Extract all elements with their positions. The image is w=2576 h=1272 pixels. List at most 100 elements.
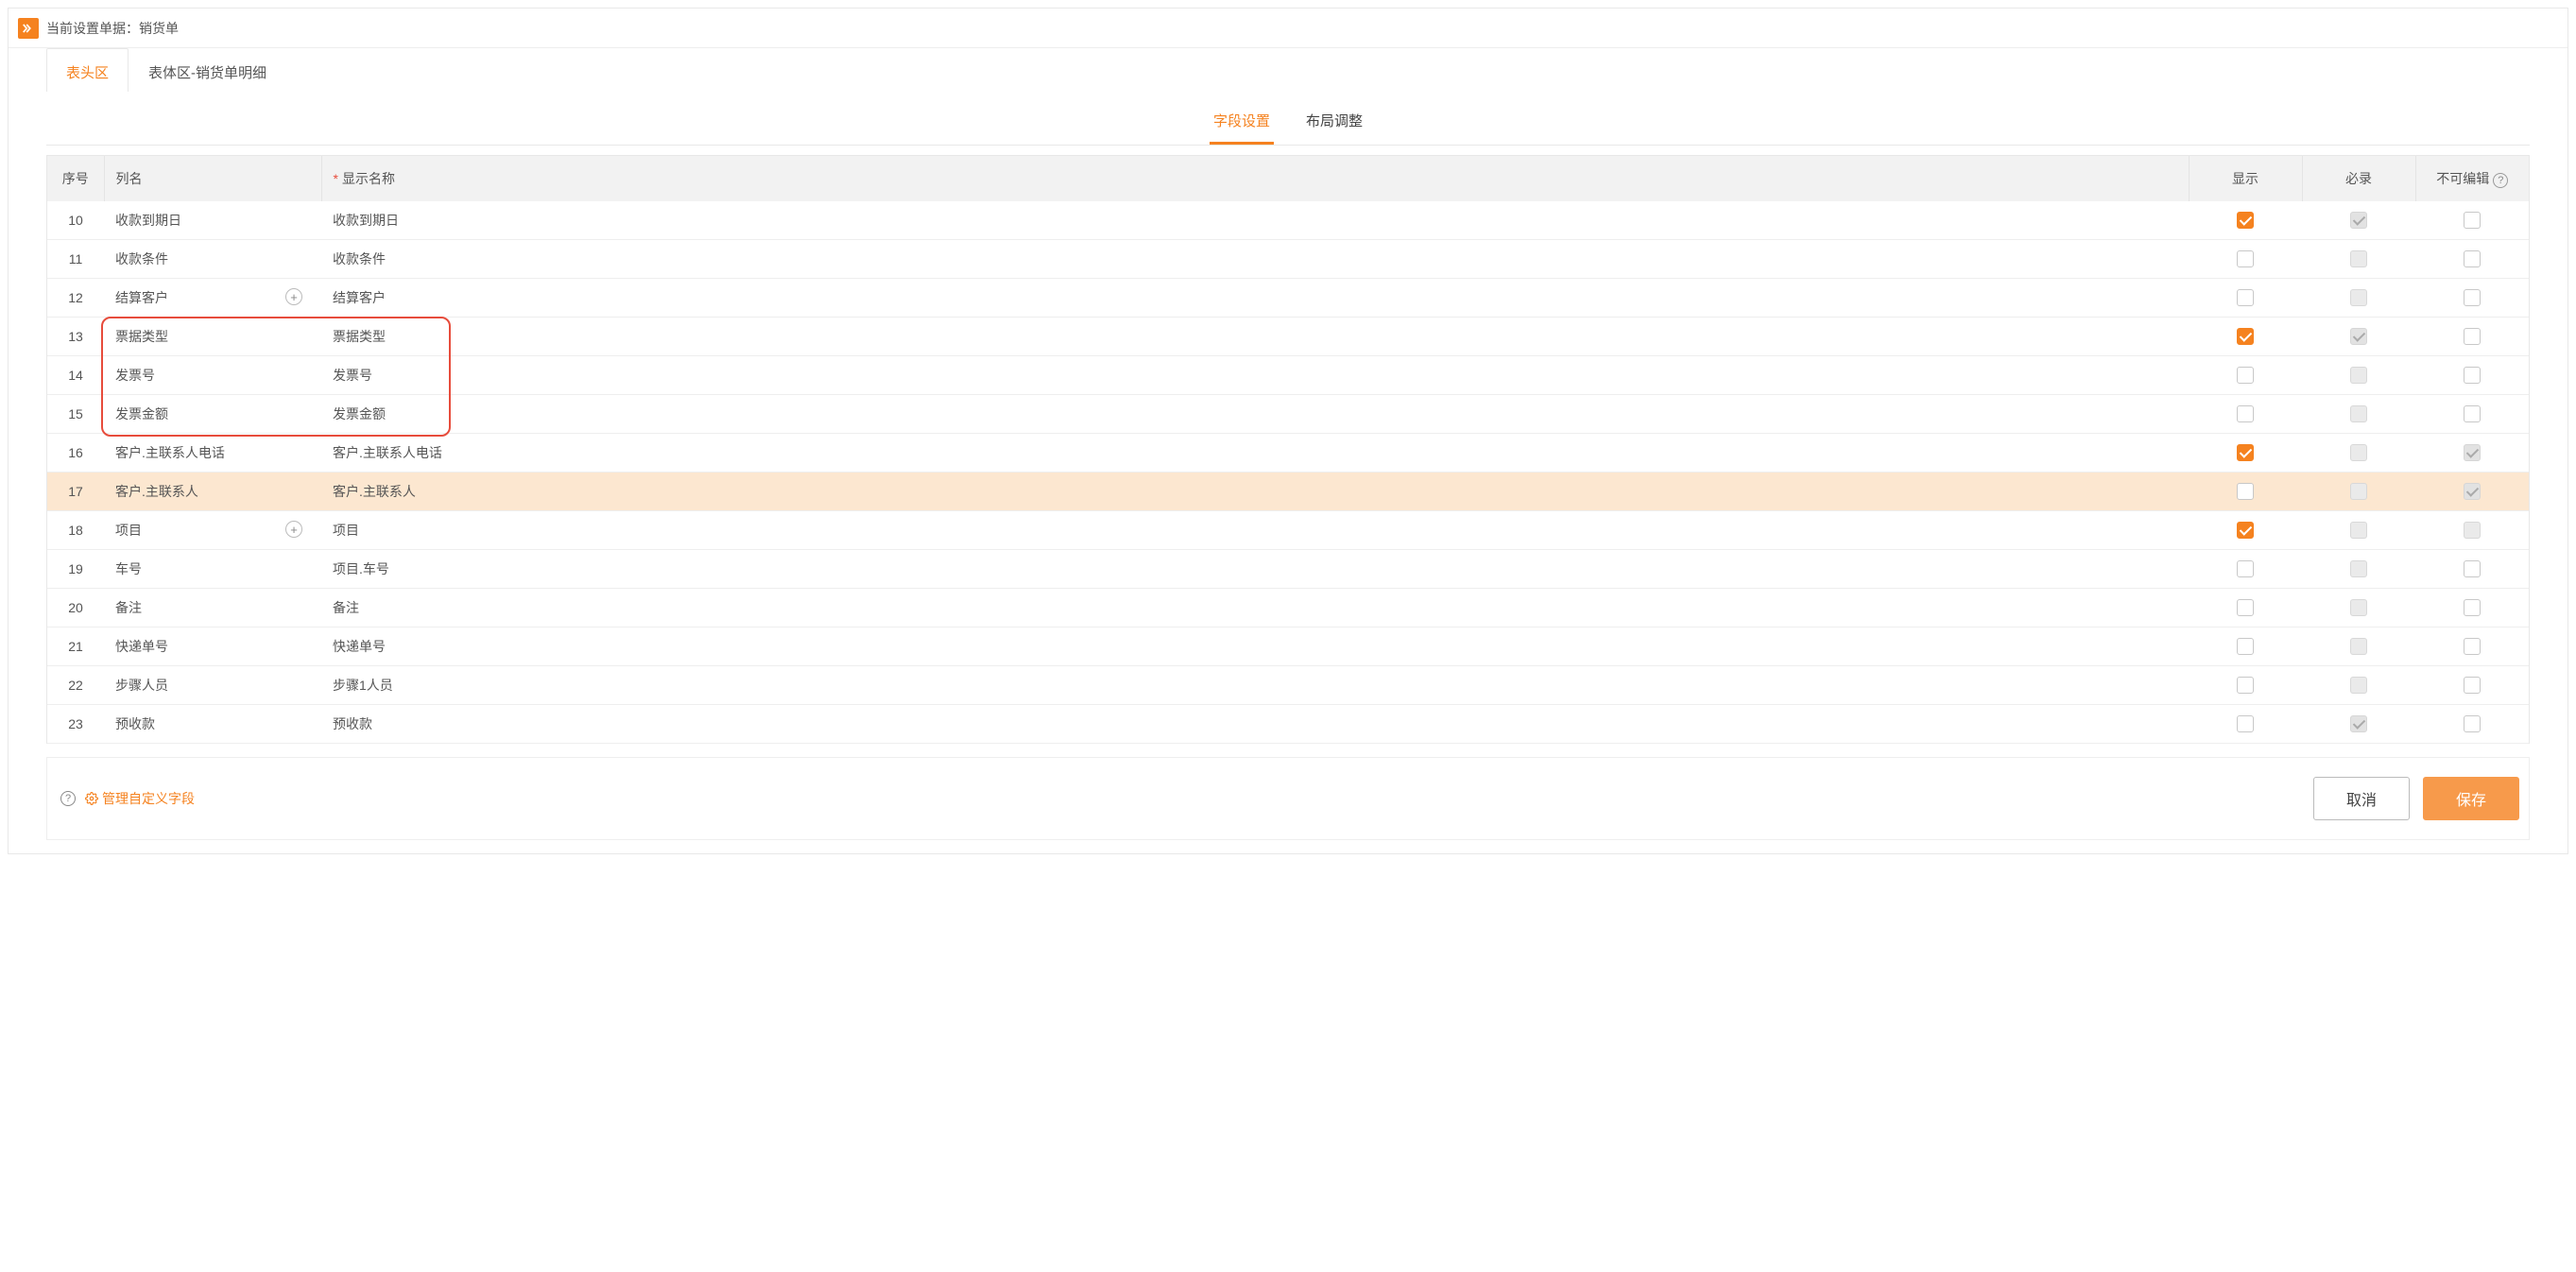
cell-show — [2189, 201, 2302, 240]
manage-link-label: 管理自定义字段 — [102, 789, 195, 808]
show-checkbox[interactable] — [2237, 444, 2254, 461]
readonly-checkbox[interactable] — [2464, 560, 2481, 577]
table-row: 12结算客户+结算客户 — [47, 279, 2529, 318]
show-checkbox[interactable] — [2237, 638, 2254, 655]
subtab-1[interactable]: 布局调整 — [1302, 101, 1366, 145]
cell-required — [2302, 434, 2415, 473]
table-row: 10收款到期日收款到期日 — [47, 201, 2529, 240]
table-header-row: 序号 列名 *显示名称 显示 必录 不可编辑? — [47, 156, 2529, 201]
row-display-name[interactable]: 发票金额 — [321, 395, 2189, 434]
col-header-display-name: *显示名称 — [321, 156, 2189, 201]
row-col-name: 结算客户+ — [104, 279, 321, 318]
row-num: 11 — [47, 240, 104, 279]
readonly-checkbox[interactable] — [2464, 715, 2481, 732]
help-icon[interactable]: ? — [60, 791, 76, 806]
readonly-checkbox[interactable] — [2464, 328, 2481, 345]
col-header-num: 序号 — [47, 156, 104, 201]
table-row: 17客户.主联系人客户.主联系人 — [47, 473, 2529, 511]
subtab-0[interactable]: 字段设置 — [1210, 101, 1274, 145]
col-header-readonly: 不可编辑? — [2415, 156, 2529, 201]
row-col-name: 发票金额 — [104, 395, 321, 434]
footer-left: ? 管理自定义字段 — [57, 789, 195, 808]
cell-show — [2189, 395, 2302, 434]
row-display-name[interactable]: 项目 — [321, 511, 2189, 550]
show-checkbox[interactable] — [2237, 483, 2254, 500]
show-checkbox[interactable] — [2237, 250, 2254, 267]
show-checkbox[interactable] — [2237, 677, 2254, 694]
manage-custom-fields-link[interactable]: 管理自定义字段 — [85, 789, 195, 808]
cell-readonly — [2415, 318, 2529, 356]
readonly-checkbox[interactable] — [2464, 289, 2481, 306]
cell-required — [2302, 201, 2415, 240]
row-col-name: 票据类型 — [104, 318, 321, 356]
cell-required — [2302, 240, 2415, 279]
required-checkbox — [2350, 638, 2367, 655]
show-checkbox[interactable] — [2237, 289, 2254, 306]
required-checkbox — [2350, 599, 2367, 616]
row-num: 22 — [47, 666, 104, 705]
show-checkbox[interactable] — [2237, 328, 2254, 345]
required-checkbox — [2350, 289, 2367, 306]
cell-required — [2302, 511, 2415, 550]
readonly-checkbox[interactable] — [2464, 367, 2481, 384]
cell-readonly — [2415, 511, 2529, 550]
table-row: 15发票金额发票金额 — [47, 395, 2529, 434]
row-num: 13 — [47, 318, 104, 356]
plus-icon[interactable]: + — [285, 288, 302, 305]
readonly-checkbox[interactable] — [2464, 212, 2481, 229]
readonly-checkbox[interactable] — [2464, 677, 2481, 694]
row-display-name[interactable]: 备注 — [321, 589, 2189, 627]
row-num: 10 — [47, 201, 104, 240]
save-button[interactable]: 保存 — [2423, 777, 2519, 820]
cell-readonly — [2415, 395, 2529, 434]
table-row: 16客户.主联系人电话客户.主联系人电话 — [47, 434, 2529, 473]
show-checkbox[interactable] — [2237, 522, 2254, 539]
readonly-checkbox[interactable] — [2464, 638, 2481, 655]
page-container: 当前设置单据：销货单 表头区表体区-销货单明细 字段设置布局调整 序号 列名 *… — [8, 8, 2568, 854]
row-num: 17 — [47, 473, 104, 511]
row-num: 19 — [47, 550, 104, 589]
row-col-name: 预收款 — [104, 705, 321, 744]
cell-required — [2302, 318, 2415, 356]
readonly-checkbox[interactable] — [2464, 599, 2481, 616]
field-table-wrap: 序号 列名 *显示名称 显示 必录 不可编辑? 10收款到期日收款到期日11收款… — [46, 155, 2530, 744]
show-checkbox[interactable] — [2237, 367, 2254, 384]
row-display-name[interactable]: 结算客户 — [321, 279, 2189, 318]
table-row: 18项目+项目 — [47, 511, 2529, 550]
row-num: 18 — [47, 511, 104, 550]
cell-show — [2189, 666, 2302, 705]
row-display-name[interactable]: 收款到期日 — [321, 201, 2189, 240]
cell-show — [2189, 589, 2302, 627]
show-checkbox[interactable] — [2237, 560, 2254, 577]
required-checkbox — [2350, 405, 2367, 422]
row-display-name[interactable]: 客户.主联系人 — [321, 473, 2189, 511]
topbar-title: 当前设置单据：销货单 — [46, 19, 179, 38]
cell-required — [2302, 627, 2415, 666]
collapse-toggle-icon[interactable] — [18, 18, 39, 39]
show-checkbox[interactable] — [2237, 599, 2254, 616]
readonly-checkbox[interactable] — [2464, 250, 2481, 267]
table-row: 22步骤人员步骤1人员 — [47, 666, 2529, 705]
row-display-name[interactable]: 收款条件 — [321, 240, 2189, 279]
plus-icon[interactable]: + — [285, 521, 302, 538]
help-icon[interactable]: ? — [2493, 173, 2508, 188]
row-display-name[interactable]: 步骤1人员 — [321, 666, 2189, 705]
tab-0[interactable]: 表头区 — [46, 48, 129, 92]
cancel-button[interactable]: 取消 — [2313, 777, 2410, 820]
tab-1[interactable]: 表体区-销货单明细 — [129, 48, 286, 92]
row-display-name[interactable]: 发票号 — [321, 356, 2189, 395]
cell-required — [2302, 356, 2415, 395]
row-display-name[interactable]: 票据类型 — [321, 318, 2189, 356]
cell-readonly — [2415, 240, 2529, 279]
cell-readonly — [2415, 627, 2529, 666]
row-col-name: 收款到期日 — [104, 201, 321, 240]
row-display-name[interactable]: 项目.车号 — [321, 550, 2189, 589]
row-display-name[interactable]: 快递单号 — [321, 627, 2189, 666]
show-checkbox[interactable] — [2237, 405, 2254, 422]
readonly-checkbox[interactable] — [2464, 405, 2481, 422]
show-checkbox[interactable] — [2237, 715, 2254, 732]
row-display-name[interactable]: 预收款 — [321, 705, 2189, 744]
show-checkbox[interactable] — [2237, 212, 2254, 229]
cell-readonly — [2415, 356, 2529, 395]
row-display-name[interactable]: 客户.主联系人电话 — [321, 434, 2189, 473]
